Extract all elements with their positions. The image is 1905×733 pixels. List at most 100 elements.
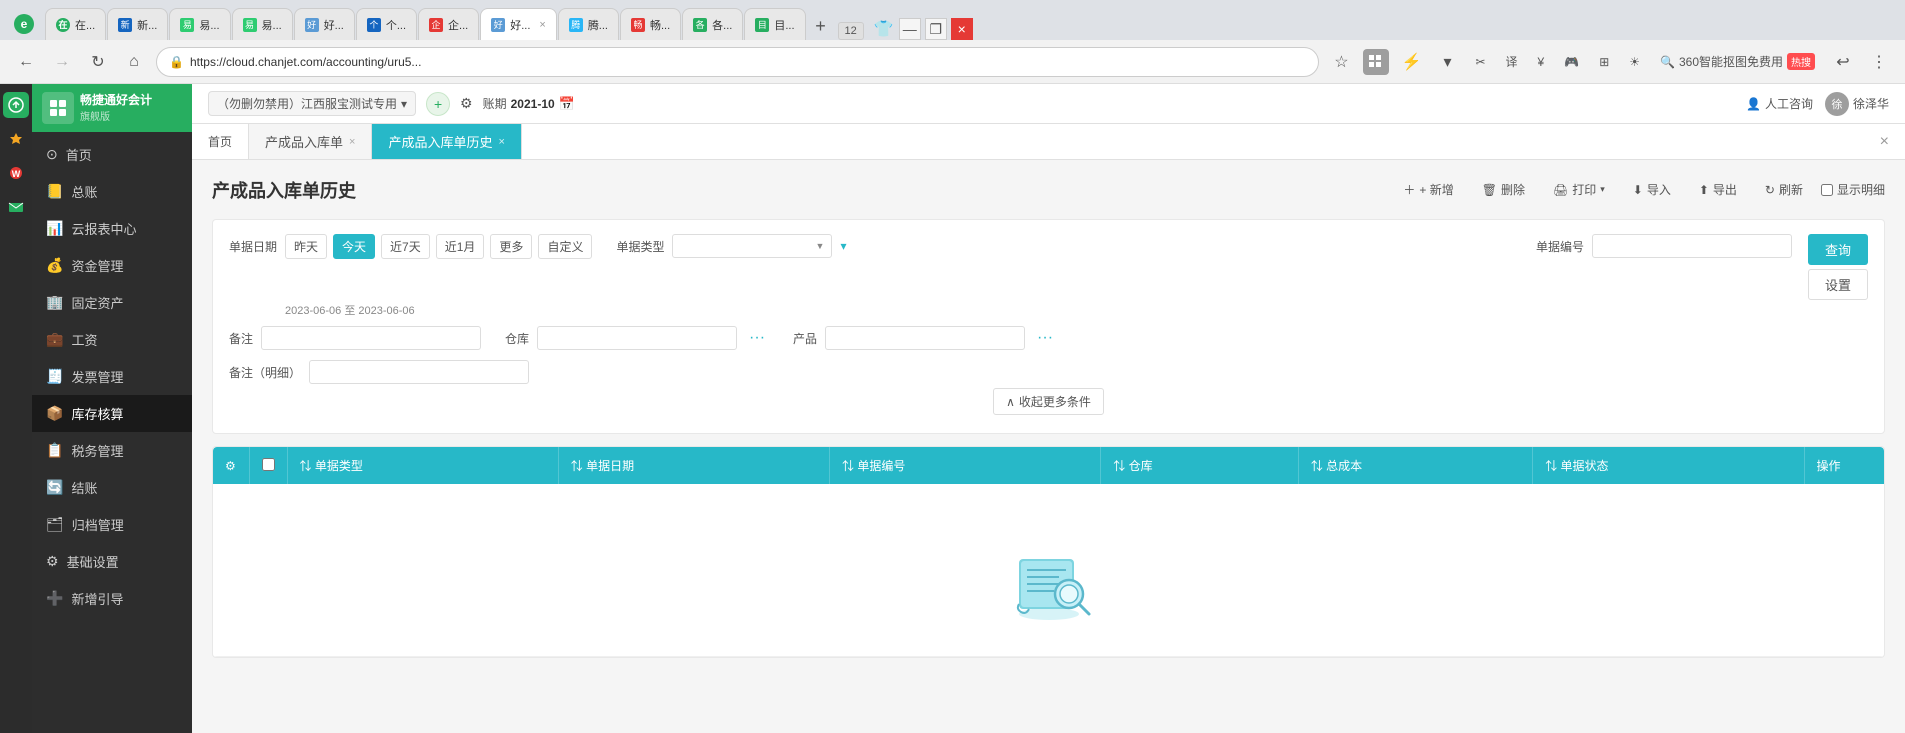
tab-close-8[interactable]: × xyxy=(539,19,545,31)
collapse-button[interactable]: ∧ 收起更多条件 xyxy=(993,388,1104,415)
grid-tool[interactable]: ⊞ xyxy=(1593,52,1615,72)
th-warehouse[interactable]: ⇅ 仓库 xyxy=(1101,447,1299,484)
display-checkbox[interactable] xyxy=(1821,184,1833,196)
minimize-button[interactable]: — xyxy=(899,18,921,40)
more-button[interactable]: ⋮ xyxy=(1865,48,1893,76)
sidebar-item-invoice[interactable]: 🧾 发票管理 xyxy=(32,358,192,395)
sidebar-item-ledger[interactable]: 📒 总账 xyxy=(32,173,192,210)
select-all-checkbox[interactable] xyxy=(262,458,275,471)
detail-remark-input[interactable] xyxy=(309,360,529,384)
th-total-cost[interactable]: ⇅ 总成本 xyxy=(1298,447,1532,484)
type-dropdown-icon[interactable]: ▾ xyxy=(840,239,846,253)
company-selector[interactable]: （勿删勿禁用）江西服宝测试专用 ▾ xyxy=(208,91,416,116)
add-button[interactable]: ＋ + 新增 xyxy=(1393,176,1463,203)
sidebar-item-report[interactable]: 📊 云报表中心 xyxy=(32,210,192,247)
icon-bar-star[interactable] xyxy=(3,126,29,152)
chevron-down-button[interactable]: ▾ xyxy=(1433,48,1461,76)
export-button[interactable]: ⬆ 导出 xyxy=(1689,176,1747,203)
refresh-button[interactable]: ↻ 刷新 xyxy=(1755,176,1813,203)
yuan-tool[interactable]: ¥ xyxy=(1532,52,1551,72)
game-tool[interactable]: 🎮 xyxy=(1558,52,1585,72)
browser-tab-10[interactable]: 畅 畅... xyxy=(620,8,681,40)
warehouse-filter-input[interactable] xyxy=(537,326,737,350)
date-btn-1month[interactable]: 近1月 xyxy=(436,234,485,259)
sidebar-item-fixed[interactable]: 🏢 固定资产 xyxy=(32,284,192,321)
translate-tool[interactable]: 译 xyxy=(1500,50,1524,73)
undo-button[interactable]: ↩ xyxy=(1829,48,1857,76)
page-tab-history[interactable]: 产成品入库单历史 × xyxy=(372,124,521,159)
th-gear[interactable]: ⚙ xyxy=(213,447,249,484)
date-btn-today[interactable]: 今天 xyxy=(333,234,375,259)
browser-tab-11[interactable]: 各 各... xyxy=(682,8,743,40)
tab-count-badge[interactable]: 12 xyxy=(838,22,864,40)
back-button[interactable]: ← xyxy=(12,48,40,76)
refresh-button[interactable]: ↻ xyxy=(84,48,112,76)
close-button[interactable]: × xyxy=(951,18,973,40)
home-button[interactable]: ⌂ xyxy=(120,48,148,76)
sidebar-item-tax[interactable]: 📋 税务管理 xyxy=(32,432,192,469)
th-number[interactable]: ⇅ 单据编号 xyxy=(830,447,1101,484)
browser-tab-7[interactable]: 企 企... xyxy=(418,8,479,40)
settings-icon[interactable]: ⚙ xyxy=(460,95,473,112)
date-btn-more[interactable]: 更多 xyxy=(490,234,532,259)
forward-button[interactable]: → xyxy=(48,48,76,76)
product-filter-input[interactable] xyxy=(825,326,1025,350)
breadcrumb-home[interactable]: 首页 xyxy=(208,133,232,150)
scissor-tool[interactable]: ✂ xyxy=(1469,52,1491,72)
th-checkbox[interactable] xyxy=(249,447,287,484)
sidebar-item-salary[interactable]: 💼 工资 xyxy=(32,321,192,358)
browser-tab-1[interactable]: 在 在... xyxy=(45,8,106,40)
page-tab-history-close[interactable]: × xyxy=(498,136,504,148)
icon-bar-main[interactable] xyxy=(3,92,29,118)
settings-button[interactable]: 设置 xyxy=(1808,269,1868,300)
sidebar-item-funds[interactable]: 💰 资金管理 xyxy=(32,247,192,284)
delete-button[interactable]: 🗑 删除 xyxy=(1472,176,1535,203)
browser-tab-2[interactable]: 新 新... xyxy=(107,8,168,40)
date-btn-custom[interactable]: 自定义 xyxy=(538,234,592,259)
query-button[interactable]: 查询 xyxy=(1808,234,1868,265)
sidebar-item-inventory[interactable]: 📦 库存核算 xyxy=(32,395,192,432)
sidebar-item-home[interactable]: ⊙ 首页 xyxy=(32,136,192,173)
sidebar-item-settle[interactable]: 🔄 结账 xyxy=(32,469,192,506)
th-status[interactable]: ⇅ 单据状态 xyxy=(1533,447,1804,484)
page-tab-list[interactable]: 产成品入库单 × xyxy=(249,124,372,159)
sun-tool[interactable]: ☀ xyxy=(1623,52,1646,72)
add-company-button[interactable]: + xyxy=(426,92,450,116)
th-type[interactable]: ⇅ 单据类型 xyxy=(287,447,558,484)
calendar-icon[interactable]: 📅 xyxy=(559,96,575,112)
panel-close-button[interactable]: × xyxy=(1872,129,1897,155)
user-service-button[interactable]: 👤 人工咨询 xyxy=(1746,95,1813,112)
browser-tab-3[interactable]: 易 易... xyxy=(169,8,230,40)
maximize-button[interactable]: ❐ xyxy=(925,18,947,40)
sidebar-item-newvoucher[interactable]: ➕ 新增引导 xyxy=(32,580,192,617)
number-filter-input[interactable] xyxy=(1592,234,1792,258)
product-dots[interactable]: ··· xyxy=(1037,329,1053,347)
sidebar-item-archive[interactable]: 🗂 归档管理 xyxy=(32,506,192,543)
display-toggle[interactable]: 显示明细 xyxy=(1821,181,1885,198)
warehouse-dots[interactable]: ··· xyxy=(749,329,765,347)
browser-tab-9[interactable]: 腾 腾... xyxy=(558,8,619,40)
import-button[interactable]: ⬇ 导入 xyxy=(1623,176,1681,203)
search-tool[interactable]: 🔍 360智能抠图免费用 热搜 xyxy=(1654,50,1821,73)
date-btn-7days[interactable]: 近7天 xyxy=(381,234,430,259)
page-tab-list-close[interactable]: × xyxy=(349,136,355,148)
sidebar-item-basic[interactable]: ⚙ 基础设置 xyxy=(32,543,192,580)
type-select[interactable] xyxy=(672,234,832,258)
browser-tab-6[interactable]: 个 个... xyxy=(356,8,417,40)
new-tab-button[interactable]: + xyxy=(807,12,835,40)
print-button[interactable]: 🖨 打印 ▾ xyxy=(1543,176,1615,203)
bookmark-button[interactable]: ☆ xyxy=(1327,48,1355,76)
icon-bar-mail[interactable] xyxy=(3,194,29,220)
user-avatar-group[interactable]: 徐 徐泽华 xyxy=(1825,92,1889,116)
browser-tab-4[interactable]: 易 易... xyxy=(232,8,293,40)
url-box[interactable]: 🔒 https://cloud.chanjet.com/accounting/u… xyxy=(156,47,1319,77)
extension-grid-button[interactable] xyxy=(1363,49,1389,75)
window-shirt-icon[interactable]: 👕 xyxy=(873,18,895,40)
browser-tab-12[interactable]: 目 目... xyxy=(744,8,805,40)
browser-tab-8[interactable]: 好 好... × xyxy=(480,8,557,40)
icon-bar-weibo[interactable]: W xyxy=(3,160,29,186)
remark-filter-input[interactable] xyxy=(261,326,481,350)
lightning-button[interactable]: ⚡ xyxy=(1397,48,1425,76)
th-date[interactable]: ⇅ 单据日期 xyxy=(558,447,829,484)
date-btn-yesterday[interactable]: 昨天 xyxy=(285,234,327,259)
